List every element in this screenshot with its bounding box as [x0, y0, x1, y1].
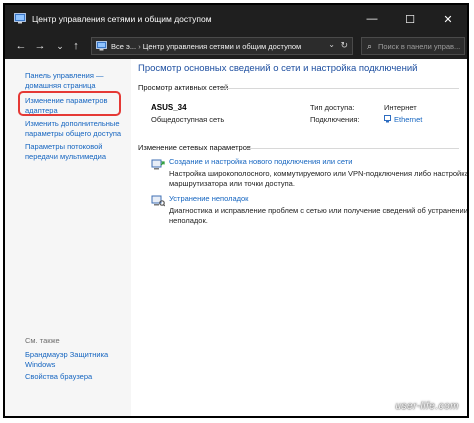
access-type-label: Тип доступа: [310, 103, 355, 112]
address-path: Все э... › Центр управления сетями и общ… [111, 42, 301, 51]
address-bar[interactable]: Все э... › Центр управления сетями и общ… [91, 37, 353, 55]
navigation-bar: ← → ⌄ ↑ Все э... › Центр управления сетя… [5, 33, 467, 59]
window-title: Центр управления сетями и общим доступом [32, 14, 212, 24]
divider [247, 148, 459, 149]
sidebar-link-media-streaming[interactable]: Параметры потоковой передачи мультимедиа [25, 142, 125, 161]
network-center-icon [14, 13, 26, 24]
task-link-troubleshoot[interactable]: Устранение неполадок [169, 194, 248, 203]
minimize-button[interactable]: — [353, 5, 391, 33]
forward-button[interactable]: → [32, 37, 48, 55]
address-segment-network-center[interactable]: Центр управления сетями и общим доступом [143, 42, 301, 51]
see-also-link-firewall[interactable]: Брандмауэр Защитника Windows [25, 350, 125, 369]
watermark: user-life.com [395, 401, 459, 412]
main-content: Просмотр основных сведений о сети и наст… [131, 59, 467, 416]
network-type[interactable]: Общедоступная сеть [151, 115, 224, 124]
window: Центр управления сетями и общим доступом… [3, 3, 469, 418]
recent-locations-dropdown[interactable]: ⌄ [52, 37, 68, 55]
see-also-link-browser-properties[interactable]: Свойства браузера [25, 372, 125, 382]
search-icon: ⌕ [367, 41, 373, 51]
divider [219, 88, 459, 89]
title-bar: Центр управления сетями и общим доступом… [5, 5, 467, 33]
address-segment-all[interactable]: Все э... [111, 42, 136, 51]
active-networks-header: Просмотр активных сетей [138, 83, 229, 92]
access-type-value: Интернет [384, 103, 417, 112]
page-title: Просмотр основных сведений о сети и наст… [138, 63, 418, 74]
address-dropdown-icon[interactable]: ⌄ [328, 40, 335, 49]
control-panel-icon [96, 41, 107, 51]
task-desc-troubleshoot: Диагностика и исправление проблем с сеть… [169, 206, 468, 225]
new-connection-icon [151, 159, 165, 170]
ethernet-link[interactable]: Ethernet [394, 115, 422, 124]
see-also-heading: См. также [25, 336, 60, 345]
troubleshoot-icon [151, 195, 165, 207]
refresh-icon[interactable]: ↻ [340, 40, 348, 51]
ethernet-icon [384, 115, 391, 123]
address-separator: › [138, 42, 141, 51]
back-button[interactable]: ← [13, 37, 29, 55]
search-box[interactable]: ⌕ Поиск в панели управ... [361, 37, 465, 55]
maximize-button[interactable]: ☐ [391, 5, 429, 33]
change-settings-header: Изменение сетевых параметров [138, 143, 251, 152]
up-button[interactable]: ↑ [68, 37, 84, 55]
connections-value[interactable]: Ethernet [384, 115, 422, 124]
task-desc-new-connection: Настройка широкополосного, коммутируемог… [169, 169, 469, 188]
network-name: ASUS_34 [151, 103, 187, 112]
left-pane: Панель управления — домашняя страница Из… [5, 59, 131, 416]
sidebar-link-control-panel-home[interactable]: Панель управления — домашняя страница [25, 71, 125, 90]
close-button[interactable]: ✕ [429, 5, 467, 33]
connections-label: Подключения: [310, 115, 360, 124]
task-link-new-connection[interactable]: Создание и настройка нового подключения … [169, 157, 352, 166]
highlight-box [18, 91, 121, 116]
search-placeholder: Поиск в панели управ... [378, 42, 461, 51]
sidebar-link-advanced-sharing[interactable]: Изменить дополнительные параметры общего… [25, 119, 125, 138]
